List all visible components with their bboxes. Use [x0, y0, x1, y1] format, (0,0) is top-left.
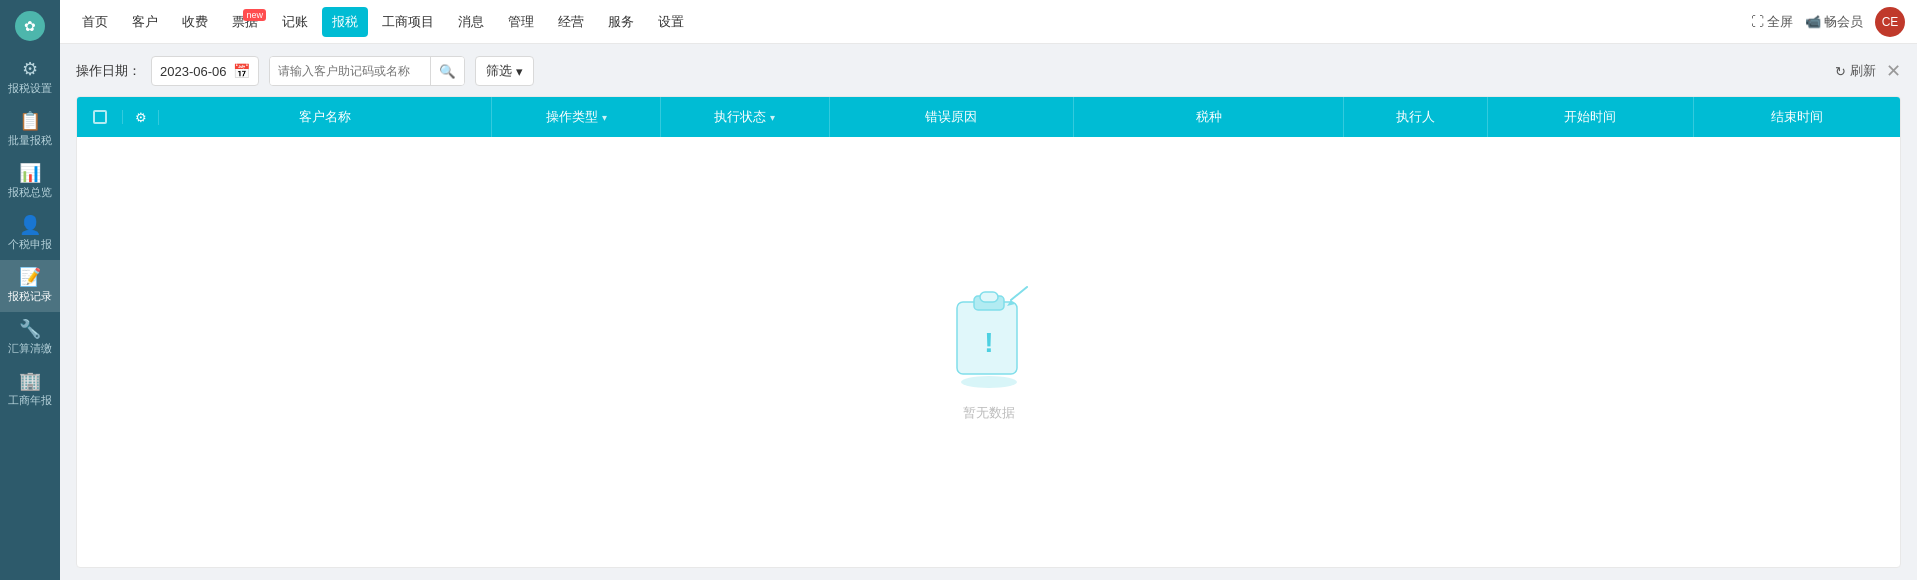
- sidebar-item-baoshui-shezhi[interactable]: ⚙ 报税设置: [0, 52, 60, 104]
- svg-rect-4: [980, 292, 998, 302]
- th-tax-type: 税种: [1074, 97, 1344, 137]
- th-settings[interactable]: ⚙: [123, 110, 159, 125]
- nav-item-jizh[interactable]: 记账: [272, 7, 318, 37]
- sidebar-item-label: 个税申报: [8, 237, 52, 252]
- baoshui-zongjian-icon: 📊: [19, 164, 41, 182]
- date-input[interactable]: 2023-06-06 📅: [151, 56, 259, 86]
- sidebar-item-baoshui-jilu[interactable]: 📝 报税记录: [0, 260, 60, 312]
- member-icon: 📹: [1805, 14, 1821, 29]
- baoshui-jilu-icon: 📝: [19, 268, 41, 286]
- date-label: 操作日期：: [76, 62, 141, 80]
- refresh-button[interactable]: ↻ 刷新: [1835, 62, 1876, 80]
- th-checkbox[interactable]: [77, 110, 123, 124]
- fullscreen-label: 全屏: [1767, 13, 1793, 31]
- sort-icon-exec-status: ▾: [770, 112, 775, 123]
- nav-item-customer[interactable]: 客户: [122, 7, 168, 37]
- content-area: 操作日期： 2023-06-06 📅 🔍 筛选 ▾ ↻ 刷新: [60, 44, 1917, 580]
- baoshui-shezhi-icon: ⚙: [22, 60, 38, 78]
- fullscreen-icon: ⛶: [1751, 14, 1764, 29]
- svg-text:!: !: [984, 327, 993, 358]
- topnav-right: ⛶ 全屏 📹 畅会员 CE: [1751, 7, 1905, 37]
- table-header: ⚙ 客户名称操作类型 ▾执行状态 ▾错误原因税种执行人开始时间结束时间: [77, 97, 1900, 137]
- filter-button[interactable]: 筛选 ▾: [475, 56, 534, 86]
- nav-badge-piao: new: [243, 9, 266, 22]
- empty-text: 暂无数据: [963, 404, 1015, 422]
- sidebar-item-label: 汇算清缴: [8, 341, 52, 356]
- sidebar-item-label: 报税设置: [8, 81, 52, 96]
- th-start-time: 开始时间: [1488, 97, 1695, 137]
- filter-label: 筛选: [486, 62, 512, 80]
- nav-item-shoufei[interactable]: 收费: [172, 7, 218, 37]
- main-area: 首页客户收费票据new记账报税工商项目消息管理经营服务设置 ⛶ 全屏 📹 畅会员…: [60, 0, 1917, 580]
- fullscreen-button[interactable]: ⛶ 全屏: [1751, 13, 1793, 31]
- svg-text:✿: ✿: [24, 18, 36, 34]
- nav-item-piao[interactable]: 票据new: [222, 7, 268, 37]
- refresh-label: 刷新: [1850, 62, 1876, 80]
- empty-icon: !: [939, 282, 1039, 392]
- toolbar: 操作日期： 2023-06-06 📅 🔍 筛选 ▾ ↻ 刷新: [76, 56, 1901, 86]
- geshui-shenbao-icon: 👤: [19, 216, 41, 234]
- nav-item-fuwu[interactable]: 服务: [598, 7, 644, 37]
- avatar[interactable]: CE: [1875, 7, 1905, 37]
- nav-item-xiaoxi[interactable]: 消息: [448, 7, 494, 37]
- search-button[interactable]: 🔍: [430, 57, 464, 85]
- calendar-icon: 📅: [233, 63, 250, 79]
- th-customer-name: 客户名称: [159, 97, 492, 137]
- search-wrap: 🔍: [269, 56, 465, 86]
- th-exec-status[interactable]: 执行状态 ▾: [661, 97, 830, 137]
- sidebar-item-label: 报税总览: [8, 185, 52, 200]
- th-end-time: 结束时间: [1694, 97, 1900, 137]
- nav-item-gongshang[interactable]: 工商项目: [372, 7, 444, 37]
- th-op-type[interactable]: 操作类型 ▾: [492, 97, 661, 137]
- th-error-reason: 错误原因: [830, 97, 1075, 137]
- huisuan-qingcuo-icon: 🔧: [19, 320, 41, 338]
- app-logo[interactable]: ✿: [12, 8, 48, 44]
- refresh-icon: ↻: [1835, 64, 1846, 79]
- sidebar-item-label: 报税记录: [8, 289, 52, 304]
- member-label: 畅会员: [1824, 13, 1863, 31]
- close-button[interactable]: ✕: [1886, 62, 1901, 80]
- sidebar-item-geshui-shenbao[interactable]: 👤 个税申报: [0, 208, 60, 260]
- gongshangnian-bao-icon: 🏢: [19, 372, 41, 390]
- nav-item-home[interactable]: 首页: [72, 7, 118, 37]
- sidebar-item-piliang-baoshui[interactable]: 📋 批量报税: [0, 104, 60, 156]
- settings-icon: ⚙: [135, 110, 147, 125]
- sidebar-item-huisuan-qingcuo[interactable]: 🔧 汇算清缴: [0, 312, 60, 364]
- nav-item-shezhi[interactable]: 设置: [648, 7, 694, 37]
- sidebar-item-gongshangnian-bao[interactable]: 🏢 工商年报: [0, 364, 60, 416]
- sort-icon-op-type: ▾: [602, 112, 607, 123]
- toolbar-right: ↻ 刷新 ✕: [1835, 62, 1901, 80]
- date-value: 2023-06-06: [160, 64, 227, 79]
- svg-line-6: [1011, 287, 1027, 300]
- nav-item-jingying[interactable]: 经营: [548, 7, 594, 37]
- sidebar-item-baoshui-zongjian[interactable]: 📊 报税总览: [0, 156, 60, 208]
- nav-item-guanli[interactable]: 管理: [498, 7, 544, 37]
- svg-point-8: [961, 376, 1017, 388]
- chevron-down-icon: ▾: [516, 64, 523, 79]
- sidebar-item-label: 批量报税: [8, 133, 52, 148]
- table-container: ⚙ 客户名称操作类型 ▾执行状态 ▾错误原因税种执行人开始时间结束时间: [76, 96, 1901, 568]
- header-checkbox[interactable]: [93, 110, 107, 124]
- search-input[interactable]: [270, 57, 430, 85]
- top-nav: 首页客户收费票据new记账报税工商项目消息管理经营服务设置 ⛶ 全屏 📹 畅会员…: [60, 0, 1917, 44]
- piliang-baoshui-icon: 📋: [19, 112, 41, 130]
- page-content: 操作日期： 2023-06-06 📅 🔍 筛选 ▾ ↻ 刷新: [60, 44, 1917, 580]
- nav-items: 首页客户收费票据new记账报税工商项目消息管理经营服务设置: [72, 7, 1751, 37]
- sidebar: ✿ ⚙ 报税设置 📋 批量报税 📊 报税总览 👤 个税申报 📝 报税记录 🔧 汇算清缴 🏢 工商年报: [0, 0, 60, 580]
- member-button[interactable]: 📹 畅会员: [1805, 13, 1863, 31]
- empty-state: ! 暂无数据: [77, 137, 1900, 567]
- sidebar-item-label: 工商年报: [8, 393, 52, 408]
- nav-item-baoshui[interactable]: 报税: [322, 7, 368, 37]
- th-executor: 执行人: [1344, 97, 1487, 137]
- table-body: ! 暂无数据: [77, 137, 1900, 567]
